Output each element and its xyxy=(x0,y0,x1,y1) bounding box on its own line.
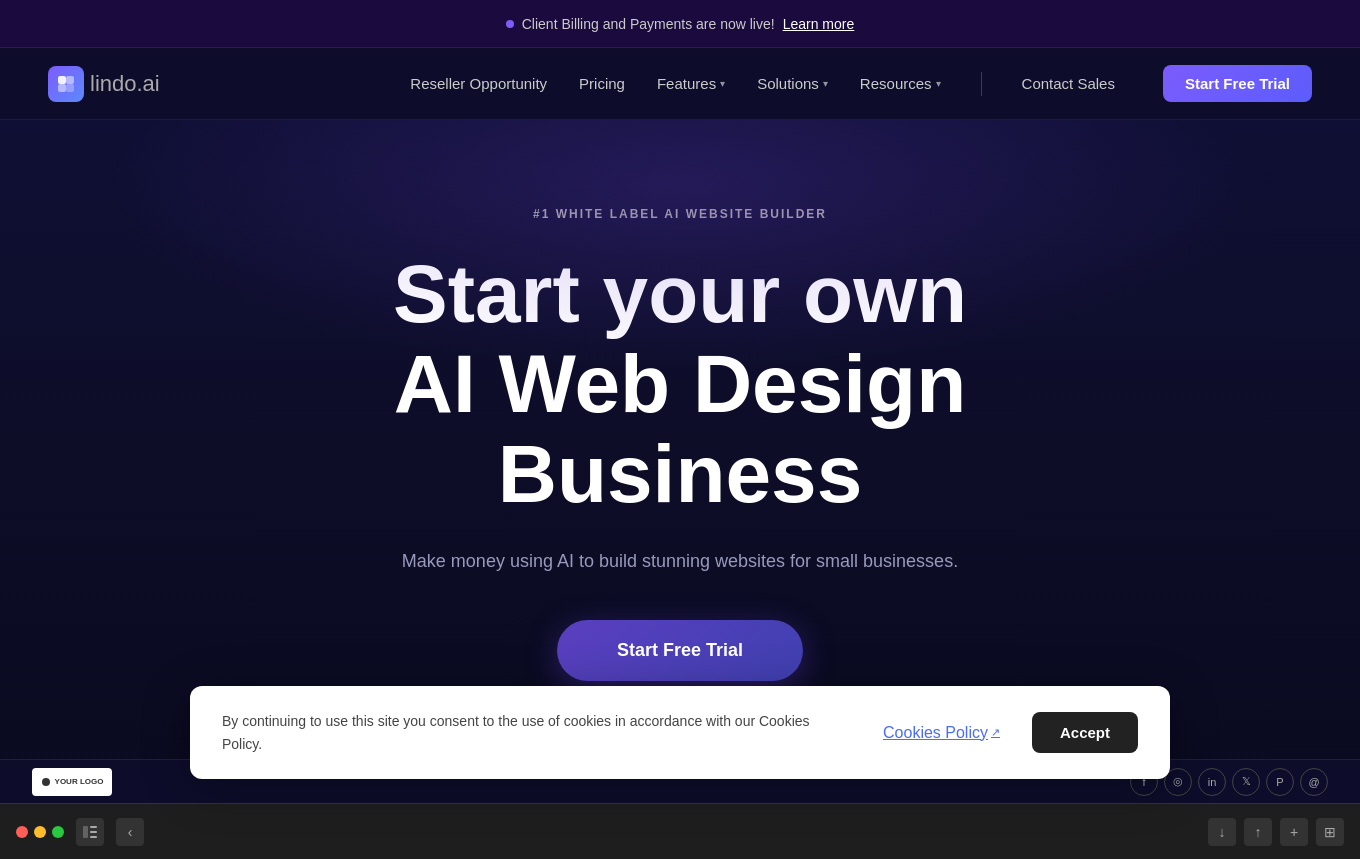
svg-rect-5 xyxy=(83,826,88,838)
svg-rect-0 xyxy=(58,76,66,84)
back-icon[interactable]: ‹ xyxy=(116,818,144,846)
nav-resources[interactable]: Resources ▾ xyxy=(860,75,941,92)
hero-subtitle: Make money using AI to build stunning we… xyxy=(402,547,958,576)
svg-rect-1 xyxy=(66,76,74,84)
nav-pricing[interactable]: Pricing xyxy=(579,75,625,92)
svg-rect-8 xyxy=(90,836,97,838)
cookie-text: By continuing to use this site you conse… xyxy=(222,710,851,755)
svg-rect-3 xyxy=(66,84,74,92)
hero-cta-button[interactable]: Start Free Trial xyxy=(557,620,803,681)
browser-nav-icons: ‹ xyxy=(116,818,144,846)
resources-chevron-icon: ▾ xyxy=(936,78,941,89)
nav-features[interactable]: Features ▾ xyxy=(657,75,725,92)
sidebar-toggle-icon[interactable] xyxy=(76,818,104,846)
browser-actions: ↓ ↑ + ⊞ xyxy=(1208,818,1344,846)
svg-rect-7 xyxy=(90,831,97,833)
cookie-policy-link[interactable]: Cookies Policy ↗ xyxy=(883,724,1000,742)
maximize-window-button[interactable] xyxy=(52,826,64,838)
logo[interactable]: lindo.ai xyxy=(48,66,160,102)
nav-reseller[interactable]: Reseller Opportunity xyxy=(410,75,547,92)
footer-logo-placeholder: YOUR LOGO xyxy=(32,768,112,796)
hero-tag: #1 WHITE LABEL AI WEBSITE BUILDER xyxy=(533,207,827,221)
minimize-window-button[interactable] xyxy=(34,826,46,838)
external-link-icon: ↗ xyxy=(991,726,1000,739)
browser-bar: ‹ ↓ ↑ + ⊞ xyxy=(0,803,1360,859)
solutions-chevron-icon: ▾ xyxy=(823,78,828,89)
learn-more-link[interactable]: Learn more xyxy=(783,16,855,32)
email-icon[interactable]: @ xyxy=(1300,768,1328,796)
grid-icon[interactable]: ⊞ xyxy=(1316,818,1344,846)
announcement-text: Client Billing and Payments are now live… xyxy=(522,16,775,32)
nav-contact-sales[interactable]: Contact Sales xyxy=(1022,75,1115,92)
nav-solutions[interactable]: Solutions ▾ xyxy=(757,75,828,92)
share-icon[interactable]: ↑ xyxy=(1244,818,1272,846)
nav-divider xyxy=(981,72,982,96)
download-icon[interactable]: ↓ xyxy=(1208,818,1236,846)
cookie-accept-button[interactable]: Accept xyxy=(1032,712,1138,753)
svg-rect-6 xyxy=(90,826,97,828)
logo-wordmark: lindo.ai xyxy=(90,71,160,97)
nav-links: Reseller Opportunity Pricing Features ▾ … xyxy=(410,65,1312,102)
add-tab-icon[interactable]: + xyxy=(1280,818,1308,846)
pinterest-icon[interactable]: P xyxy=(1266,768,1294,796)
navbar: lindo.ai Reseller Opportunity Pricing Fe… xyxy=(0,48,1360,120)
cookie-banner: By continuing to use this site you conse… xyxy=(190,686,1170,779)
svg-point-4 xyxy=(42,778,50,786)
nav-cta-button[interactable]: Start Free Trial xyxy=(1163,65,1312,102)
twitter-icon[interactable]: 𝕏 xyxy=(1232,768,1260,796)
footer-logo-area: YOUR LOGO xyxy=(32,768,112,796)
hero-section: #1 WHITE LABEL AI WEBSITE BUILDER Start … xyxy=(0,120,1360,780)
features-chevron-icon: ▾ xyxy=(720,78,725,89)
svg-rect-2 xyxy=(58,84,66,92)
announcement-dot xyxy=(506,20,514,28)
linkedin-icon[interactable]: in xyxy=(1198,768,1226,796)
hero-title: Start your own AI Web Design Business xyxy=(230,249,1130,520)
browser-traffic-lights xyxy=(16,826,64,838)
close-window-button[interactable] xyxy=(16,826,28,838)
logo-icon xyxy=(48,66,84,102)
announcement-bar: Client Billing and Payments are now live… xyxy=(0,0,1360,48)
